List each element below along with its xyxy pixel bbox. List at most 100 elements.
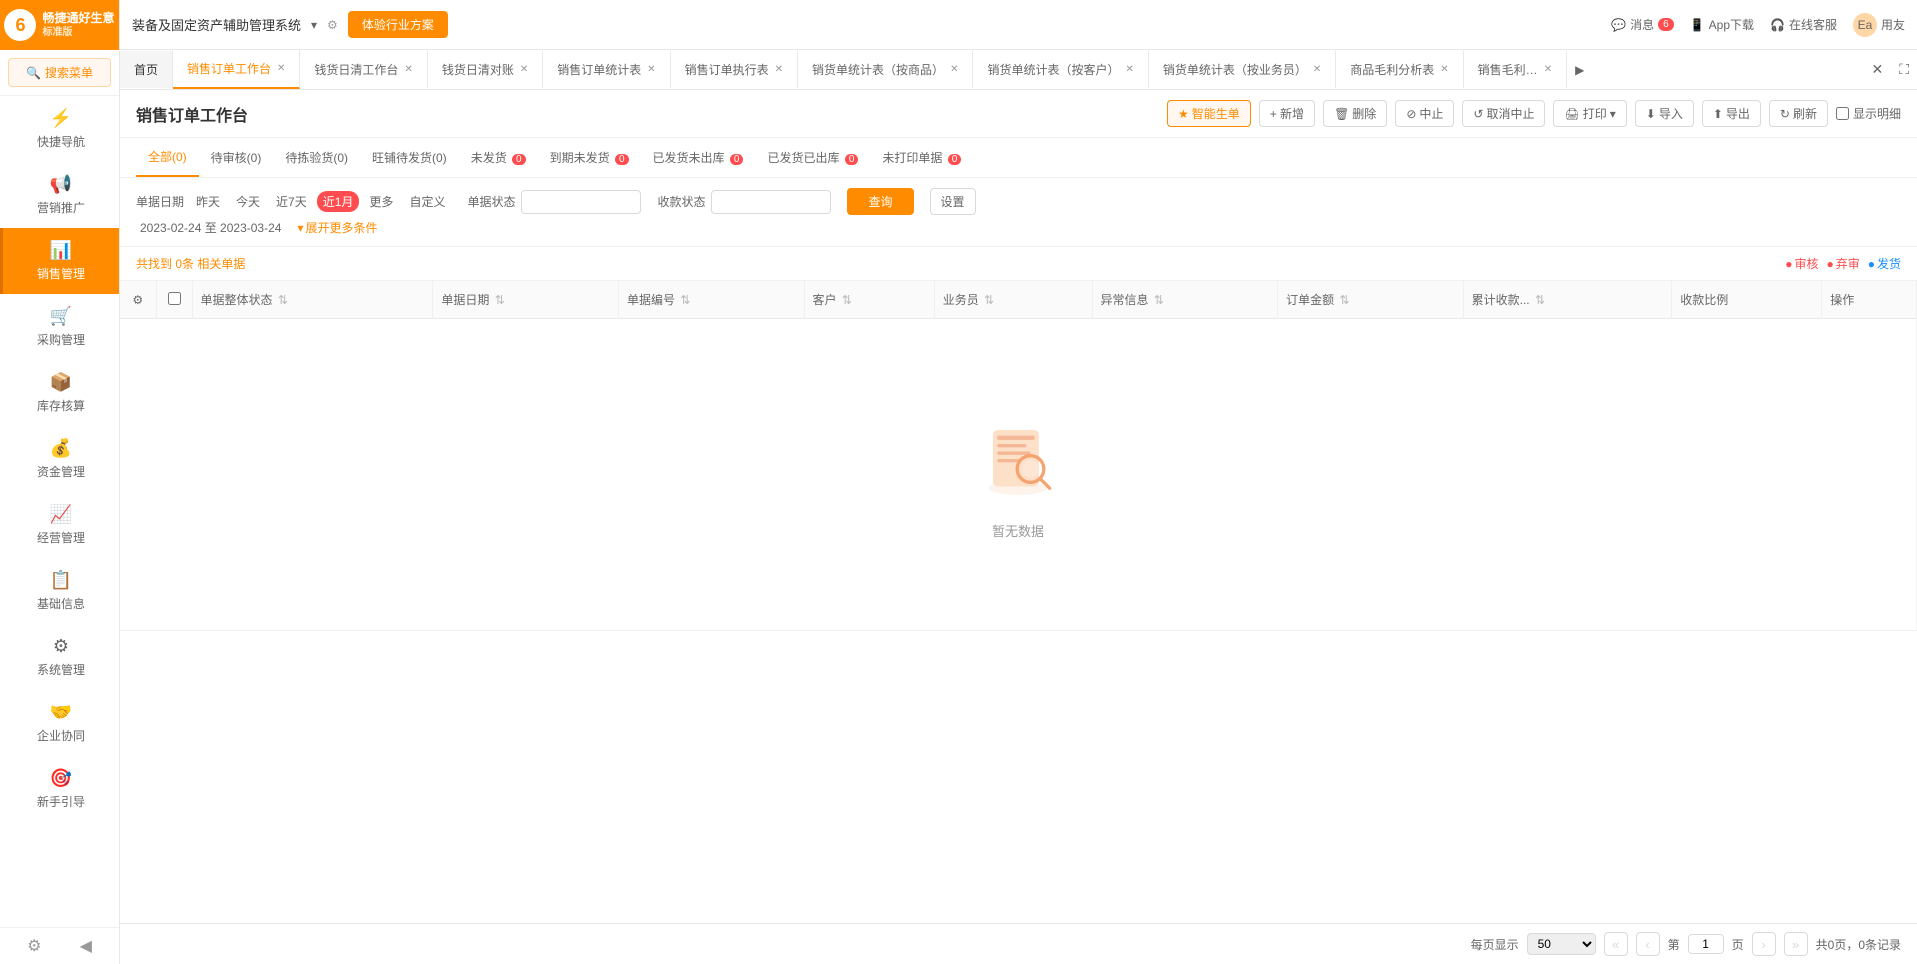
collapse-button[interactable]: ◀ [80,936,92,956]
th-date: 单据日期 ⇅ [433,281,619,319]
sort-number-icon[interactable]: ⇅ [680,293,690,307]
export-button[interactable]: ⬆ 导出 [1702,100,1761,127]
tab-salesman-stats[interactable]: 销货单统计表（按业务员） ✕ [1149,51,1336,88]
filter-tab-all[interactable]: 全部(0) [136,138,199,177]
th-checkbox[interactable] [156,281,192,319]
tab-close-margin-analysis[interactable]: ✕ [1440,64,1448,75]
sidebar-item-finance[interactable]: 💰 资金管理 [0,426,119,492]
batch-ship-button[interactable]: ● 发货 [1868,255,1901,272]
tab-more-button[interactable]: ▶ [1567,53,1592,87]
sidebar-item-inventory[interactable]: 📦 库存核算 [0,360,119,426]
sort-salesman-icon[interactable]: ⇅ [984,293,994,307]
online-service-button[interactable]: 🎧 在线客服 [1770,16,1837,33]
date-opt-custom[interactable]: 自定义 [403,191,451,212]
sort-collected-icon[interactable]: ⇅ [1535,293,1545,307]
filter-tab-not-shipped[interactable]: 未发货 0 [459,139,538,176]
sidebar-item-system[interactable]: ⚙ 系统管理 [0,624,119,690]
settings-icon[interactable]: ⚙ [327,18,338,32]
sort-abnormal-icon[interactable]: ⇅ [1154,293,1164,307]
expand-filter-button[interactable]: ▾ 展开更多条件 [297,219,377,236]
show-detail-checkbox-area[interactable]: 显示明细 [1836,105,1901,122]
tab-close-goods-stats[interactable]: ✕ [950,64,958,75]
tab-margin-analysis[interactable]: 商品毛利分析表 ✕ [1336,51,1463,88]
last-page-button[interactable]: » [1784,932,1808,956]
tab-sales-stats[interactable]: 销售订单统计表 ✕ [543,51,670,88]
tab-sales-exec[interactable]: 销售订单执行表 ✕ [671,51,798,88]
date-opt-yesterday[interactable]: 昨天 [190,191,226,212]
tab-close-salesman-stats[interactable]: ✕ [1313,64,1321,75]
batch-review-button[interactable]: ● 审核 [1785,255,1818,272]
status-select[interactable] [521,190,641,214]
refresh-button[interactable]: ↻ 刷新 [1769,100,1828,127]
sidebar-item-sales[interactable]: 📊 销售管理 [0,228,119,294]
settings-bottom-button[interactable]: ⚙ [27,936,41,956]
select-all-checkbox[interactable] [168,292,181,305]
batch-cancel-review-button[interactable]: ● 弃审 [1826,255,1859,272]
sidebar-item-purchase[interactable]: 🛒 采购管理 [0,294,119,360]
search-menu-button[interactable]: 🔍 搜索菜单 [8,58,111,87]
horizontal-scrollbar[interactable] [120,915,1917,923]
payment-select[interactable] [711,190,831,214]
tab-reconciliation[interactable]: 钱货日清对账 ✕ [428,51,543,88]
page-size-select[interactable]: 50 20 100 [1527,933,1596,955]
user-menu[interactable]: Ea 用友 [1853,13,1905,37]
tab-actions: ✕ ⛶ [1863,51,1917,88]
close-current-tab-button[interactable]: ✕ [1863,51,1891,88]
tab-sales-margin[interactable]: 销售毛利… ✕ [1464,51,1567,88]
sort-customer-icon[interactable]: ⇅ [842,293,852,307]
sidebar-item-guide[interactable]: 🎯 新手引导 [0,756,119,822]
sidebar-item-marketing[interactable]: 📢 营销推广 [0,162,119,228]
industry-btn[interactable]: 体验行业方案 [348,11,448,38]
app-download-button[interactable]: 📱 App下载 [1690,16,1754,33]
cancel-stop-button[interactable]: ↺ 取消中止 [1462,100,1545,127]
sidebar-item-basic[interactable]: 📋 基础信息 [0,558,119,624]
system-dropdown[interactable]: ▾ [311,18,317,32]
tab-goods-stats[interactable]: 销货单统计表（按商品） ✕ [798,51,973,88]
th-settings[interactable]: ⚙ [120,281,156,319]
tab-daily-clearing[interactable]: 钱货日清工作台 ✕ [300,51,427,88]
sidebar-item-cooperation[interactable]: 🤝 企业协同 [0,690,119,756]
sort-status-icon[interactable]: ⇅ [278,293,288,307]
filter-tab-wangpu-pending[interactable]: 旺铺待发货(0) [360,139,459,176]
maximize-tab-button[interactable]: ⛶ [1891,51,1917,88]
smart-create-button[interactable]: ★ 智能生单 [1167,100,1251,127]
import-button[interactable]: ⬇ 导入 [1635,100,1694,127]
tab-customer-stats[interactable]: 销货单统计表（按客户） ✕ [973,51,1148,88]
message-button[interactable]: 💬 消息 6 [1611,16,1674,33]
tab-close-sales-exec[interactable]: ✕ [775,64,783,75]
filter-tab-pending-check[interactable]: 待拣验货(0) [273,139,360,176]
page-actions: ★ 智能生单 + 新增 🗑 删除 ⊘ 中止 ↺ 取消中止 🖨 [1167,100,1901,127]
search-button[interactable]: 查询 [847,188,913,215]
tab-close-sales-margin[interactable]: ✕ [1544,64,1552,75]
sidebar-item-business[interactable]: 📈 经营管理 [0,492,119,558]
tab-home[interactable]: 首页 [120,51,173,88]
stop-button[interactable]: ⊘ 中止 [1395,100,1454,127]
filter-tab-shipped-out[interactable]: 已发货已出库 0 [755,139,870,176]
first-page-button[interactable]: « [1604,932,1628,956]
filter-tab-shipped-not-out[interactable]: 已发货未出库 0 [641,139,756,176]
tab-close-sales-stats[interactable]: ✕ [647,64,655,75]
date-opt-7days[interactable]: 近7天 [270,191,313,212]
date-opt-1month[interactable]: 近1月 [317,191,360,212]
show-detail-checkbox[interactable] [1836,107,1849,120]
filter-tab-pending-review[interactable]: 待审核(0) [199,139,274,176]
next-page-button[interactable]: › [1752,932,1776,956]
add-button[interactable]: + 新增 [1259,100,1315,127]
tab-close-sales-workbench[interactable]: ✕ [277,63,285,74]
tab-close-reconciliation[interactable]: ✕ [520,64,528,75]
tab-sales-workbench[interactable]: 销售订单工作台 ✕ [173,50,300,89]
date-opt-more[interactable]: 更多 [363,191,399,212]
page-number-input[interactable] [1688,934,1724,954]
tab-close-daily-clearing[interactable]: ✕ [404,64,412,75]
prev-page-button[interactable]: ‹ [1636,932,1660,956]
sort-amount-icon[interactable]: ⇅ [1339,293,1349,307]
settings-filter-button[interactable]: 设置 [930,188,976,215]
print-button[interactable]: 🖨 打印 ▾ [1553,100,1626,127]
date-opt-today[interactable]: 今天 [230,191,266,212]
sidebar-item-quick-nav[interactable]: ⚡ 快捷导航 [0,96,119,162]
delete-button[interactable]: 🗑 删除 [1323,100,1387,127]
tab-close-customer-stats[interactable]: ✕ [1125,64,1133,75]
filter-tab-overdue-not-shipped[interactable]: 到期未发货 0 [538,139,641,176]
sort-date-icon[interactable]: ⇅ [495,293,505,307]
filter-tab-not-printed[interactable]: 未打印单据 0 [870,139,973,176]
